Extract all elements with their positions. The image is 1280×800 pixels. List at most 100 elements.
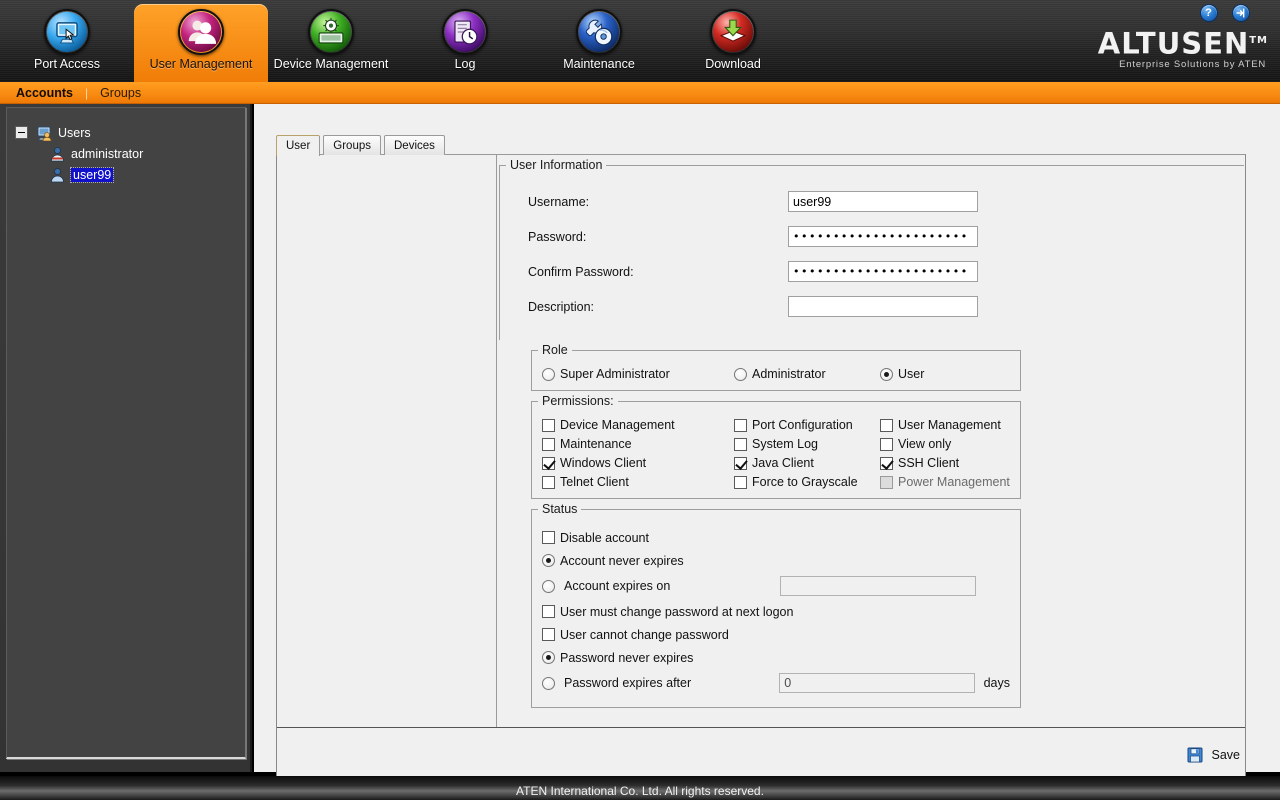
tab-devices[interactable]: Devices <box>384 135 445 155</box>
radio-icon[interactable] <box>734 367 747 381</box>
nav-item-download[interactable]: Download <box>666 4 800 82</box>
users-icon <box>178 9 224 55</box>
radio-icon[interactable] <box>542 579 555 593</box>
checkbox-icon[interactable] <box>734 475 747 489</box>
radio-icon[interactable] <box>542 676 555 690</box>
checkbox-icon[interactable] <box>880 418 893 432</box>
status-disable-account[interactable]: Disable account <box>542 531 649 545</box>
checkbox-icon[interactable] <box>542 605 555 618</box>
clock-document-icon <box>442 9 488 55</box>
permission-ssh-client[interactable]: SSH Client <box>880 456 1010 470</box>
radio-icon[interactable] <box>542 367 555 381</box>
checkbox-icon[interactable] <box>734 437 747 451</box>
checkbox-icon[interactable] <box>880 437 893 451</box>
permission-device-management[interactable]: Device Management <box>542 418 734 432</box>
radio-icon[interactable] <box>542 554 555 567</box>
permission-label: Device Management <box>560 418 675 432</box>
permissions-options: Device Management Port Configuration Use… <box>532 402 1020 498</box>
checkbox-icon[interactable] <box>734 456 747 470</box>
account-expires-date-input[interactable] <box>780 576 976 596</box>
checkbox-icon <box>880 475 893 489</box>
description-input[interactable] <box>788 296 978 317</box>
user-information-fields: Username: Password: Confirm Password: <box>500 166 1244 324</box>
logout-icon[interactable] <box>1232 4 1250 22</box>
username-input[interactable] <box>788 191 978 212</box>
monitor-cursor-icon <box>44 9 90 55</box>
permission-label: Force to Grayscale <box>752 475 858 489</box>
role-option-label: User <box>898 367 925 381</box>
tree-item-user99[interactable]: user99 <box>15 164 245 185</box>
status-cannot-change-password[interactable]: User cannot change password <box>542 628 729 642</box>
checkbox-icon[interactable] <box>880 456 893 470</box>
user-form-column: User Information Username: Password: <box>499 158 1244 708</box>
status-row-password-expires-after: Password expires after days <box>542 669 1010 697</box>
save-button[interactable]: Save <box>1187 747 1240 763</box>
sidebar-tree-container: Users administrator user99 <box>6 107 246 759</box>
user-form-panel: User Information Username: Password: <box>276 154 1246 800</box>
permission-java-client[interactable]: Java Client <box>734 456 880 470</box>
confirm-password-input[interactable] <box>788 261 978 282</box>
radio-icon[interactable] <box>542 651 555 664</box>
status-label: Account never expires <box>560 553 684 568</box>
permissions-group: Permissions: Device Management Port Conf… <box>531 394 1021 499</box>
user-admin-icon <box>49 146 66 162</box>
checkbox-icon[interactable] <box>542 437 555 451</box>
role-option-user[interactable]: User <box>880 367 1010 381</box>
field-row-confirm-password: Confirm Password: <box>528 254 1244 289</box>
role-option-label: Super Administrator <box>560 367 670 381</box>
role-title: Role <box>538 343 572 357</box>
permission-telnet-client[interactable]: Telnet Client <box>542 475 734 489</box>
status-group: Status Disable account Account never exp… <box>531 502 1021 708</box>
permission-user-management[interactable]: User Management <box>880 418 1010 432</box>
permission-force-to-grayscale[interactable]: Force to Grayscale <box>734 475 880 489</box>
tree-node-users[interactable]: Users <box>15 122 245 143</box>
permission-port-configuration[interactable]: Port Configuration <box>734 418 880 432</box>
confirm-password-label: Confirm Password: <box>528 264 634 279</box>
status-account-never-expires[interactable]: Account never expires <box>542 554 684 568</box>
permission-windows-client[interactable]: Windows Client <box>542 456 734 470</box>
tab-groups[interactable]: Groups <box>323 135 381 155</box>
nav-label: User Management <box>149 57 253 71</box>
nav-item-port-access[interactable]: Port Access <box>0 4 134 82</box>
checkbox-icon[interactable] <box>542 475 555 489</box>
nav-item-user-management[interactable]: User Management <box>134 4 268 82</box>
role-option-super-administrator[interactable]: Super Administrator <box>542 367 734 381</box>
checkbox-icon[interactable] <box>542 531 555 544</box>
sub-navigation-bar: Accounts | Groups <box>0 82 1280 104</box>
brand-tagline: Enterprise Solutions by ATEN <box>1119 58 1266 70</box>
nav-item-maintenance[interactable]: Maintenance <box>532 4 666 82</box>
status-account-expires-on[interactable]: Account expires on <box>542 579 772 593</box>
subnav-item-groups[interactable]: Groups <box>100 86 141 100</box>
brand-text: ALTUSEN <box>1097 26 1250 61</box>
footer-bar: ATEN International Co. Ltd. All rights r… <box>0 776 1280 800</box>
subnav-item-accounts[interactable]: Accounts <box>16 86 73 100</box>
help-question-icon[interactable]: ? <box>1199 4 1218 22</box>
permission-system-log[interactable]: System Log <box>734 437 880 451</box>
collapse-toggle[interactable] <box>15 126 28 139</box>
tree-node-label: Users <box>58 125 91 140</box>
password-input[interactable] <box>788 226 978 247</box>
status-options: Disable account Account never expires Ac… <box>532 510 1020 707</box>
status-password-expires-after[interactable]: Password expires after <box>542 676 771 690</box>
field-row-password: Password: <box>528 219 1244 254</box>
status-row-must-change-password: User must change password at next logon <box>542 600 1010 623</box>
checkbox-icon[interactable] <box>542 456 555 470</box>
radio-icon[interactable] <box>880 367 893 381</box>
checkbox-icon[interactable] <box>734 418 747 432</box>
permission-power-management: Power Management <box>880 475 1010 489</box>
permission-view-only[interactable]: View only <box>880 437 1010 451</box>
password-expires-days-input[interactable] <box>779 673 975 693</box>
permission-maintenance[interactable]: Maintenance <box>542 437 734 451</box>
status-password-never-expires[interactable]: Password never expires <box>542 651 693 665</box>
checkbox-icon[interactable] <box>542 628 555 641</box>
status-label: Account expires on <box>564 579 671 593</box>
nav-item-device-management[interactable]: Device Management <box>264 4 398 82</box>
tab-user[interactable]: User <box>276 135 321 156</box>
nav-item-log[interactable]: Log <box>398 4 532 82</box>
status-row-account-expires-on: Account expires on <box>542 572 1010 600</box>
tree-item-administrator[interactable]: administrator <box>15 143 245 164</box>
status-must-change-password[interactable]: User must change password at next logon <box>542 605 793 619</box>
nav-label: Download <box>705 57 761 71</box>
checkbox-icon[interactable] <box>542 418 555 432</box>
role-option-administrator[interactable]: Administrator <box>734 367 880 381</box>
